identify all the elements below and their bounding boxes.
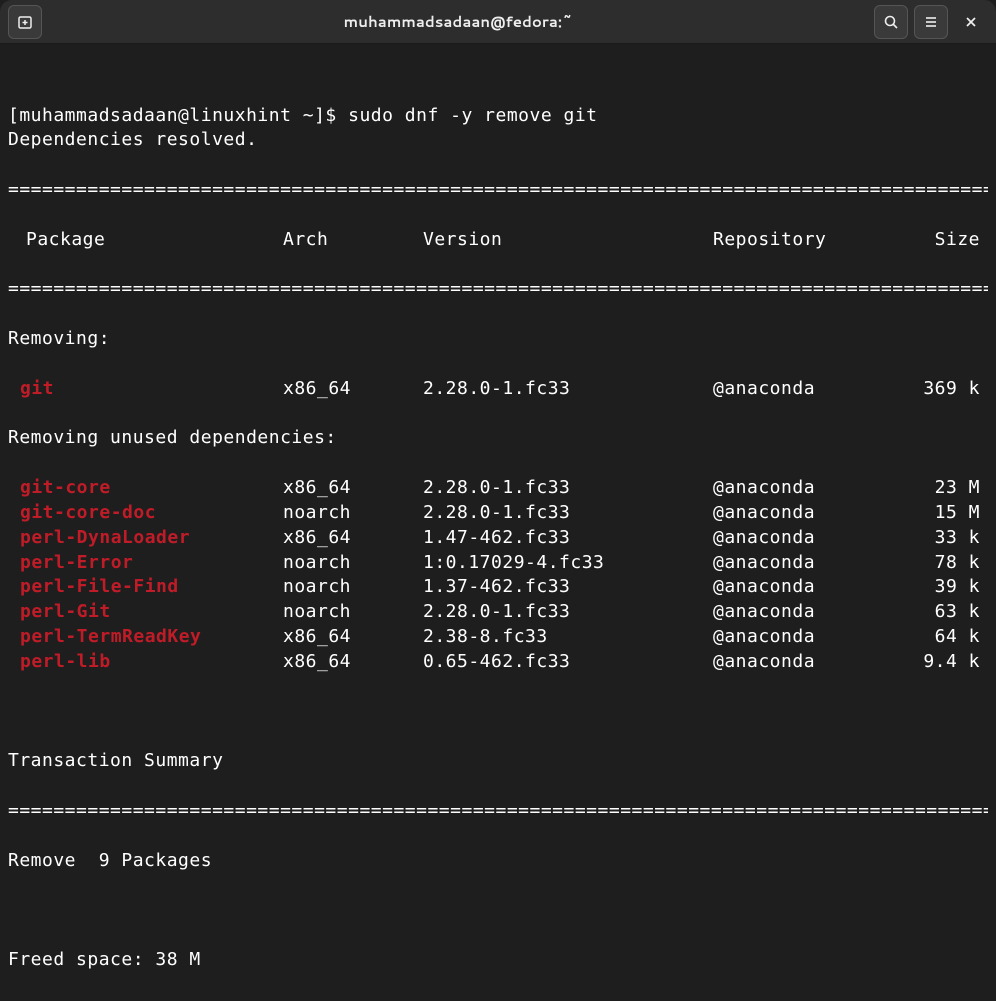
table-row: perl-DynaLoaderx86_641.47-462.fc33@anaco… [8, 526, 988, 551]
pkg-name: git-core-doc [8, 501, 283, 526]
removing-rows: gitx86_642.28.0-1.fc33@anaconda369 k [8, 377, 988, 402]
table-header: PackageArchVersionRepositorySize [8, 228, 988, 253]
pkg-repo: @anaconda [713, 575, 883, 600]
close-button[interactable] [954, 5, 988, 39]
table-row: git-corex86_642.28.0-1.fc33@anaconda23 M [8, 476, 988, 501]
pkg-version: 2.28.0-1.fc33 [423, 501, 713, 526]
pkg-version: 1.37-462.fc33 [423, 575, 713, 600]
prompt: [muhammadsadaan@linuxhint ~]$ [8, 105, 348, 126]
pkg-size: 369 k [883, 377, 988, 402]
freed-space: Freed space: 38 M [8, 948, 988, 973]
search-icon [883, 14, 899, 30]
titlebar-left [8, 5, 42, 39]
new-tab-button[interactable] [8, 5, 42, 39]
pkg-version: 2.28.0-1.fc33 [423, 476, 713, 501]
pkg-size: 9.4 k [883, 650, 988, 675]
divider-mid: ========================================… [8, 277, 988, 302]
pkg-name: perl-File-Find [8, 575, 283, 600]
menu-button[interactable] [914, 5, 948, 39]
pkg-version: 1.47-462.fc33 [423, 526, 713, 551]
command: sudo dnf -y remove git [348, 105, 597, 126]
table-row: perl-File-Findnoarch1.37-462.fc33@anacon… [8, 575, 988, 600]
pkg-size: 78 k [883, 551, 988, 576]
pkg-version: 2.38-8.fc33 [423, 625, 713, 650]
pkg-version: 2.28.0-1.fc33 [423, 600, 713, 625]
pkg-arch: x86_64 [283, 526, 423, 551]
pkg-name: perl-Git [8, 600, 283, 625]
pkg-arch: x86_64 [283, 476, 423, 501]
pkg-arch: x86_64 [283, 650, 423, 675]
half-line [8, 73, 988, 79]
pkg-name: perl-Error [8, 551, 283, 576]
titlebar: muhammadsadaan@fedora:~ [0, 0, 996, 44]
pkg-size: 33 k [883, 526, 988, 551]
new-tab-icon [17, 14, 33, 30]
pkg-repo: @anaconda [713, 650, 883, 675]
pkg-repo: @anaconda [713, 476, 883, 501]
pkg-repo: @anaconda [713, 501, 883, 526]
pkg-version: 0.65-462.fc33 [423, 650, 713, 675]
pkg-name: git [8, 377, 283, 402]
pkg-size: 15 M [883, 501, 988, 526]
table-row: perl-Gitnoarch2.28.0-1.fc33@anaconda63 k [8, 600, 988, 625]
pkg-name: perl-TermReadKey [8, 625, 283, 650]
pkg-size: 23 M [883, 476, 988, 501]
pkg-repo: @anaconda [713, 600, 883, 625]
pkg-arch: x86_64 [283, 377, 423, 402]
pkg-arch: noarch [283, 501, 423, 526]
close-icon [964, 15, 978, 29]
window-title: muhammadsadaan@fedora:~ [42, 11, 874, 32]
table-row: perl-TermReadKeyx86_642.38-8.fc33@anacon… [8, 625, 988, 650]
hdr-repo: Repository [713, 228, 883, 253]
pkg-arch: noarch [283, 551, 423, 576]
deps-resolved: Dependencies resolved. [8, 128, 988, 153]
table-row: perl-libx86_640.65-462.fc33@anaconda9.4 … [8, 650, 988, 675]
pkg-name: perl-DynaLoader [8, 526, 283, 551]
blank-line [8, 898, 988, 923]
pkg-repo: @anaconda [713, 551, 883, 576]
pkg-size: 63 k [883, 600, 988, 625]
unused-label: Removing unused dependencies: [8, 426, 988, 451]
divider-bottom: ========================================… [8, 799, 988, 824]
table-row: git-core-docnoarch2.28.0-1.fc33@anaconda… [8, 501, 988, 526]
pkg-arch: noarch [283, 600, 423, 625]
pkg-arch: x86_64 [283, 625, 423, 650]
pkg-size: 64 k [883, 625, 988, 650]
pkg-repo: @anaconda [713, 526, 883, 551]
unused-rows: git-corex86_642.28.0-1.fc33@anaconda23 M… [8, 476, 988, 675]
pkg-size: 39 k [883, 575, 988, 600]
pkg-repo: @anaconda [713, 377, 883, 402]
summary-label: Transaction Summary [8, 749, 988, 774]
pkg-name: perl-lib [8, 650, 283, 675]
divider-top: ========================================… [8, 178, 988, 203]
removing-label: Removing: [8, 327, 988, 352]
pkg-arch: noarch [283, 575, 423, 600]
table-row: perl-Errornoarch1:0.17029-4.fc33@anacond… [8, 551, 988, 576]
blank-line [8, 700, 988, 725]
remove-count: Remove 9 Packages [8, 849, 988, 874]
search-button[interactable] [874, 5, 908, 39]
pkg-version: 2.28.0-1.fc33 [423, 377, 713, 402]
hdr-package: Package [8, 228, 283, 253]
table-row: gitx86_642.28.0-1.fc33@anaconda369 k [8, 377, 988, 402]
hdr-arch: Arch [283, 228, 423, 253]
pkg-version: 1:0.17029-4.fc33 [423, 551, 713, 576]
titlebar-right [874, 5, 988, 39]
hdr-version: Version [423, 228, 713, 253]
hdr-size: Size [883, 228, 988, 253]
terminal-content[interactable]: [muhammadsadaan@linuxhint ~]$ sudo dnf -… [0, 44, 996, 1001]
pkg-repo: @anaconda [713, 625, 883, 650]
hamburger-icon [923, 14, 939, 30]
pkg-name: git-core [8, 476, 283, 501]
